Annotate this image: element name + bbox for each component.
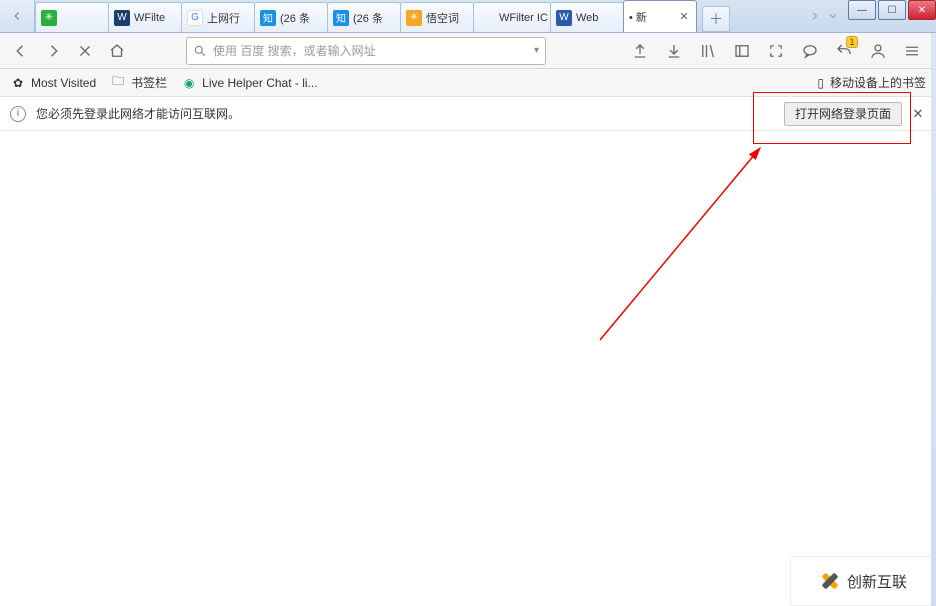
forward-button[interactable] [40, 38, 66, 64]
bookmark-mobile[interactable]: ▯移动设备上的书签 [817, 74, 926, 91]
login-notification-bar: i 您必须先登录此网络才能访问互联网。 打开网络登录页面 ✕ [0, 97, 936, 131]
tab-zhihu2[interactable]: 知(26 条 [327, 2, 401, 32]
watermark-text: 创新互联 [847, 571, 907, 592]
tab-list-dropdown[interactable] [824, 1, 842, 31]
new-tab-button[interactable]: ＋ [702, 6, 730, 32]
tab-web[interactable]: WWeb [550, 2, 624, 32]
minimize-button[interactable]: ― [848, 0, 876, 20]
dismiss-notification-button[interactable]: ✕ [910, 106, 926, 122]
watermark-logo-icon [819, 570, 841, 592]
screenshot-icon[interactable] [764, 38, 788, 64]
livehelper-icon: ◉ [181, 75, 197, 91]
tab-strip: ✳ WWFilte G上网行 知(26 条 知(26 条 ☀悟空词 WFilte… [35, 0, 806, 32]
page-content [0, 131, 936, 606]
search-icon [193, 44, 207, 58]
watermark: 创新互联 [790, 556, 936, 606]
tab-wechat[interactable]: ✳ [35, 2, 109, 32]
bookmark-folder[interactable]: 🗀书签栏 [110, 74, 167, 91]
tab-wukong[interactable]: ☀悟空词 [400, 2, 474, 32]
window-titlebar: ✳ WWFilte G上网行 知(26 条 知(26 条 ☀悟空词 WFilte… [0, 0, 936, 33]
tab-wfilter2[interactable]: WFilter IC [473, 2, 551, 32]
info-icon: i [10, 106, 26, 122]
sidebar-icon[interactable] [730, 38, 754, 64]
menu-icon[interactable] [900, 38, 924, 64]
stop-button[interactable] [72, 38, 98, 64]
close-tab-icon[interactable]: ✕ [677, 10, 691, 24]
window-border [931, 33, 936, 606]
bookmark-most-visited[interactable]: ✿Most Visited [10, 75, 96, 91]
tab-shangwang[interactable]: G上网行 [181, 2, 255, 32]
tab-scroll-left[interactable] [0, 0, 35, 32]
account-icon[interactable] [866, 38, 890, 64]
gear-icon: ✿ [10, 75, 26, 91]
home-button[interactable] [104, 38, 130, 64]
download-icon[interactable] [662, 38, 686, 64]
open-login-page-button[interactable]: 打开网络登录页面 [784, 102, 902, 126]
notification-message: 您必须先登录此网络才能访问互联网。 [36, 105, 240, 122]
chat-icon[interactable] [798, 38, 822, 64]
notification-badge: 1 [846, 36, 858, 48]
library-icon[interactable] [696, 38, 720, 64]
address-bar[interactable]: ▾ [186, 37, 546, 65]
mobile-icon: ▯ [817, 76, 824, 90]
nav-toolbar: ▾ 1 [0, 33, 936, 69]
tab-wfilter1[interactable]: WWFilte [108, 2, 182, 32]
upload-icon[interactable] [628, 38, 652, 64]
bookmarks-bar: ✿Most Visited 🗀书签栏 ◉Live Helper Chat - l… [0, 69, 936, 97]
bookmark-livehelper[interactable]: ◉Live Helper Chat - li... [181, 75, 317, 91]
url-dropdown-icon[interactable]: ▾ [534, 45, 539, 56]
tab-newtab-active[interactable]: • 新✕ [623, 0, 697, 32]
maximize-button[interactable]: ☐ [878, 0, 906, 20]
folder-icon: 🗀 [110, 75, 126, 91]
tab-scroll-right[interactable] [806, 1, 824, 31]
close-window-button[interactable]: ✕ [908, 0, 936, 20]
tab-zhihu1[interactable]: 知(26 条 [254, 2, 328, 32]
url-input[interactable] [213, 44, 530, 58]
undo-icon[interactable]: 1 [832, 38, 856, 64]
tab-overflow [806, 0, 846, 32]
window-controls: ― ☐ ✕ [846, 0, 936, 32]
back-button[interactable] [8, 38, 34, 64]
